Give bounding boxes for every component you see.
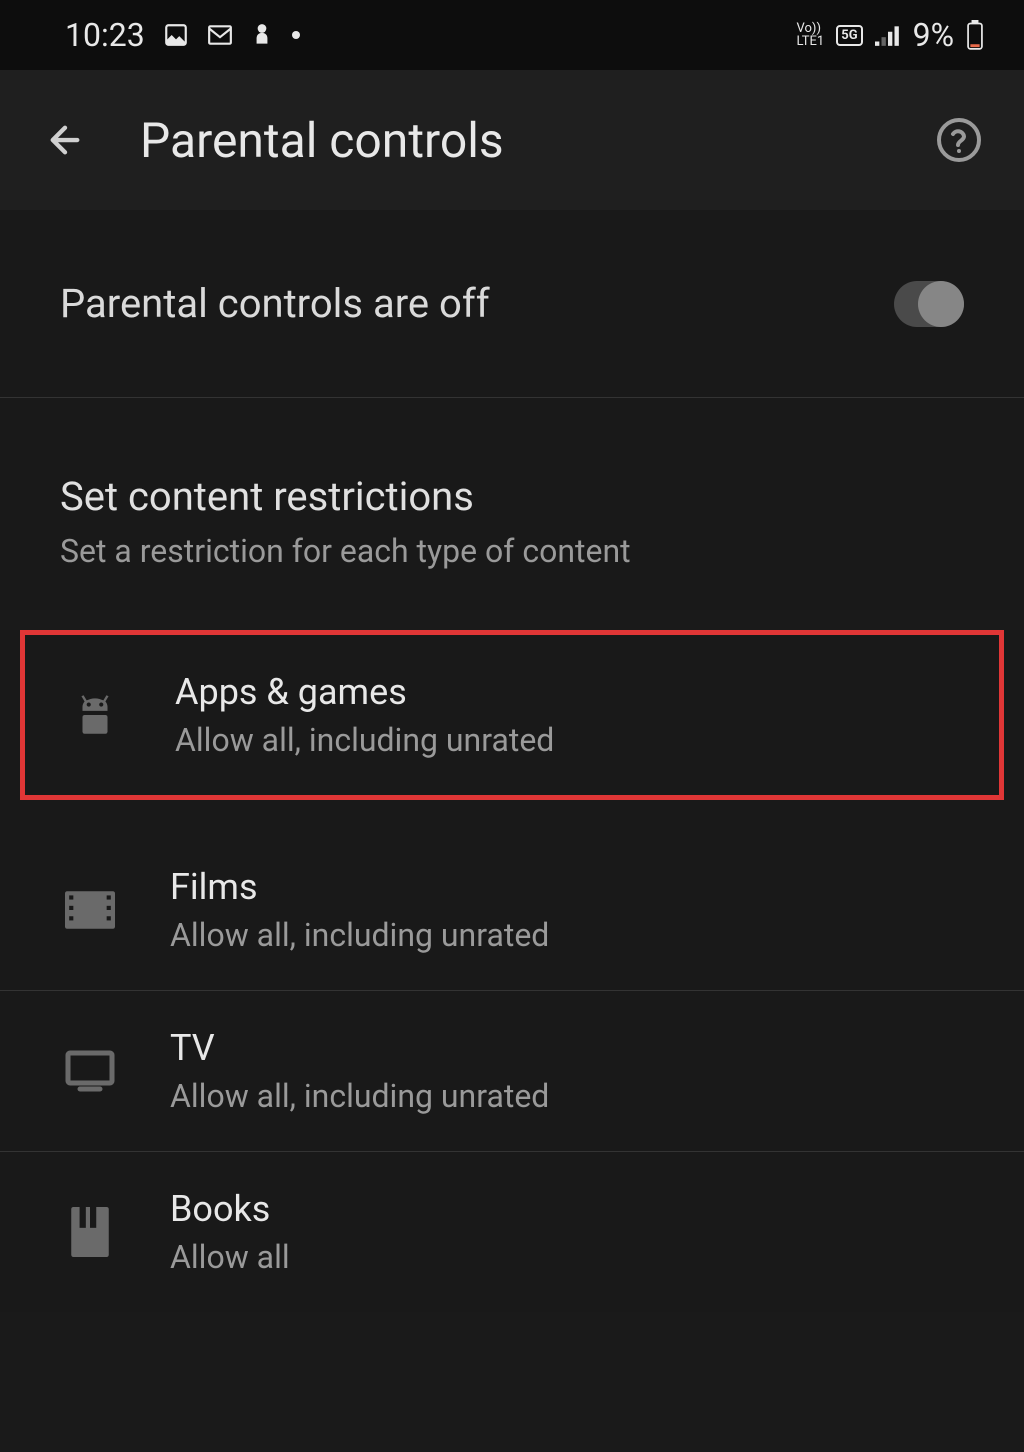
battery-percent: 9% bbox=[913, 16, 954, 54]
list-item-apps-games[interactable]: Apps & games Allow all, including unrate… bbox=[20, 630, 1004, 800]
network-label: Vo)) LTE1 bbox=[797, 22, 825, 48]
section-subtitle: Set a restriction for each type of conte… bbox=[60, 532, 964, 570]
signal-icon bbox=[875, 24, 901, 46]
dot-icon bbox=[291, 30, 301, 40]
list-item-books[interactable]: Books Allow all bbox=[0, 1152, 1024, 1312]
page-title: Parental controls bbox=[140, 112, 884, 169]
help-icon bbox=[935, 116, 983, 164]
list-item-content: Books Allow all bbox=[170, 1188, 964, 1276]
app-icon bbox=[251, 22, 273, 48]
list-item-content: Apps & games Allow all, including unrate… bbox=[175, 671, 959, 759]
status-right: Vo)) LTE1 5G 9% bbox=[797, 16, 984, 54]
status-bar: 10:23 Vo)) LTE1 5G 9% bbox=[0, 0, 1024, 70]
status-time: 10:23 bbox=[65, 16, 145, 54]
status-left: 10:23 bbox=[65, 16, 301, 54]
image-icon bbox=[163, 22, 189, 48]
list-item-films[interactable]: Films Allow all, including unrated bbox=[0, 830, 1024, 991]
list-item-desc: Allow all, including unrated bbox=[170, 1077, 964, 1115]
list-item-desc: Allow all bbox=[170, 1238, 964, 1276]
toggle-label: Parental controls are off bbox=[60, 280, 490, 327]
gmail-icon bbox=[207, 24, 233, 46]
network-type-badge: 5G bbox=[836, 25, 862, 46]
list-item-title: TV bbox=[170, 1027, 964, 1069]
tv-icon bbox=[60, 1041, 120, 1101]
film-icon bbox=[60, 880, 120, 940]
list-item-desc: Allow all, including unrated bbox=[170, 916, 964, 954]
toggle-knob bbox=[918, 281, 964, 327]
book-icon bbox=[60, 1202, 120, 1262]
list-item-title: Films bbox=[170, 866, 964, 908]
list-item-tv[interactable]: TV Allow all, including unrated bbox=[0, 991, 1024, 1152]
list-item-title: Books bbox=[170, 1188, 964, 1230]
battery-icon bbox=[966, 20, 984, 50]
list-item-content: TV Allow all, including unrated bbox=[170, 1027, 964, 1115]
toggle-row: Parental controls are off bbox=[0, 210, 1024, 398]
list-item-title: Apps & games bbox=[175, 671, 959, 713]
parental-controls-toggle[interactable] bbox=[894, 281, 964, 327]
restrictions-section-header: Set content restrictions Set a restricti… bbox=[0, 398, 1024, 610]
app-header: Parental controls bbox=[0, 70, 1024, 210]
help-button[interactable] bbox=[934, 115, 984, 165]
list-item-content: Films Allow all, including unrated bbox=[170, 866, 964, 954]
android-icon bbox=[65, 685, 125, 745]
back-button[interactable] bbox=[40, 115, 90, 165]
section-title: Set content restrictions bbox=[60, 473, 964, 520]
spacer bbox=[0, 800, 1024, 830]
arrow-left-icon bbox=[44, 119, 86, 161]
list-item-desc: Allow all, including unrated bbox=[175, 721, 959, 759]
content-restrictions-list: Apps & games Allow all, including unrate… bbox=[0, 630, 1024, 1312]
